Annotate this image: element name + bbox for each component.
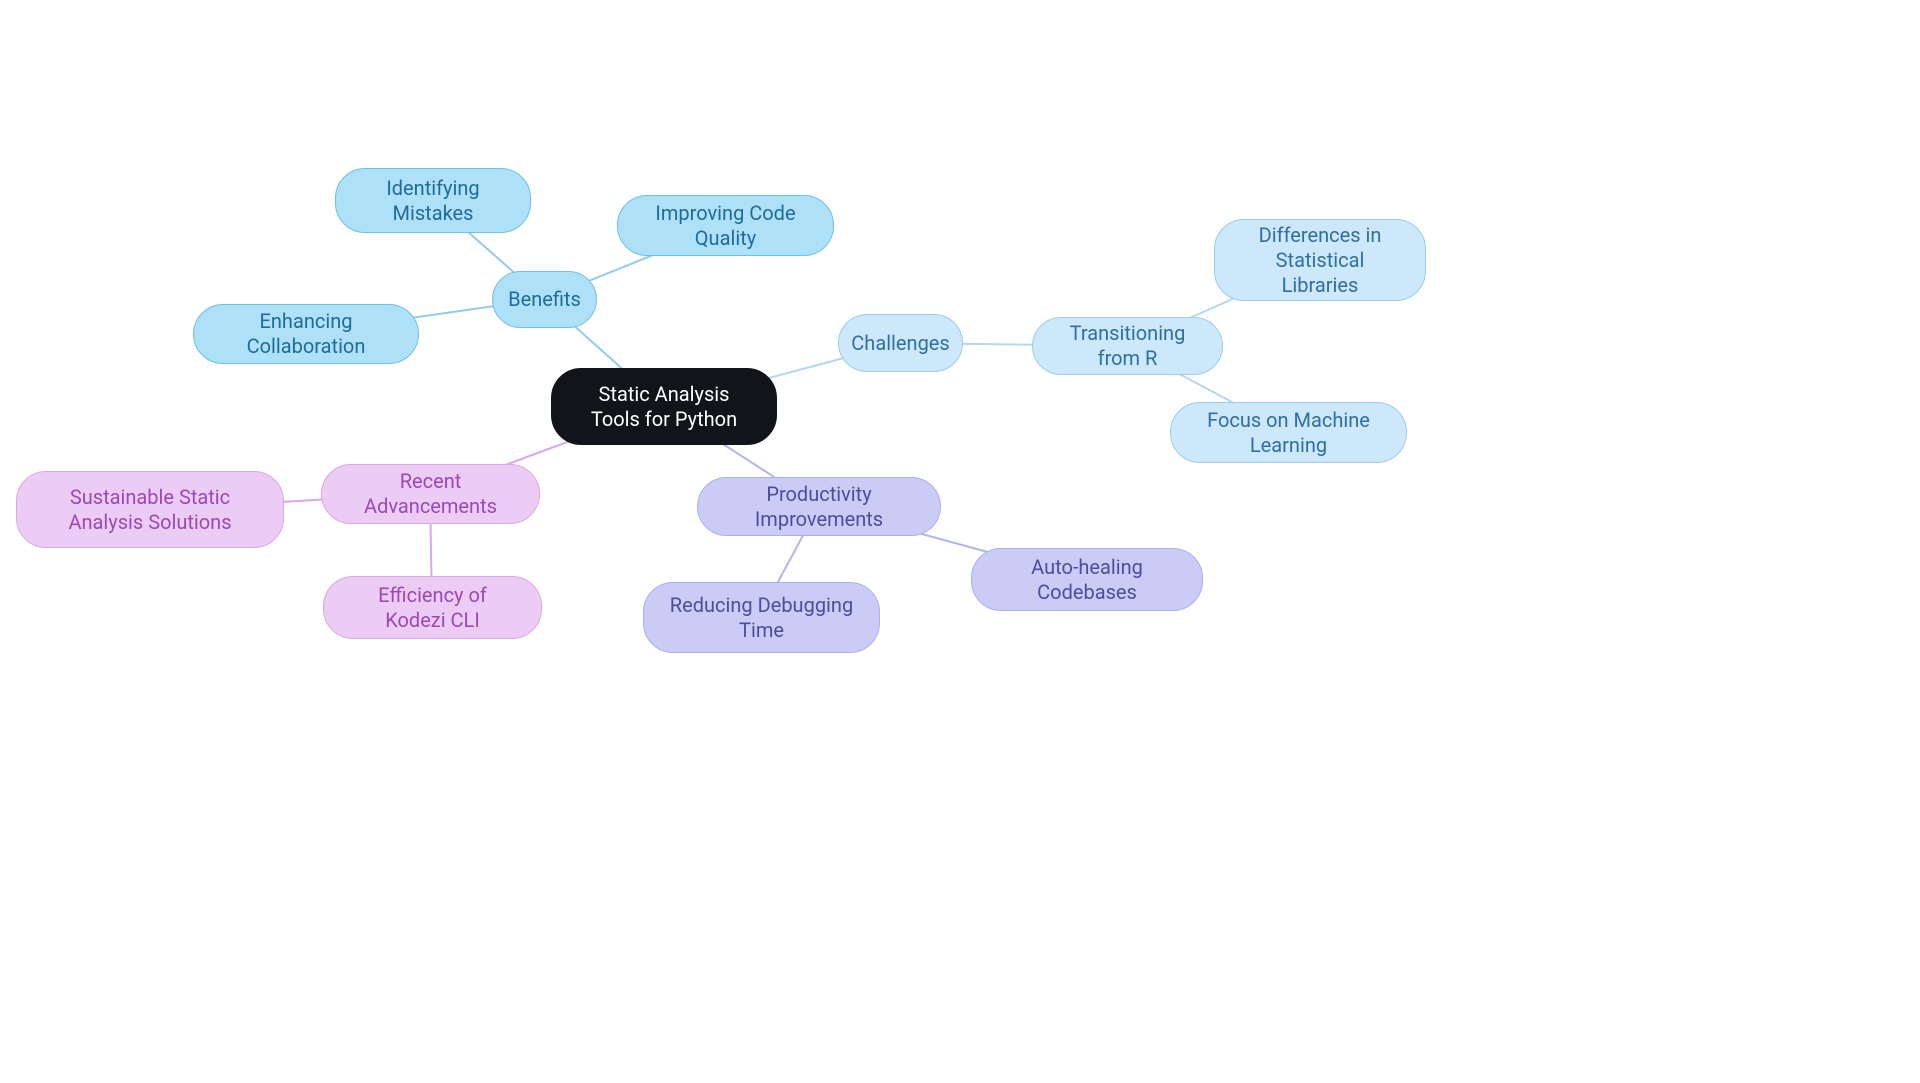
node-kodezi[interactable]: Efficiency of Kodezi CLI: [323, 576, 542, 639]
stats-label: Differences in Statistical Libraries: [1239, 223, 1401, 298]
edge-layer: [0, 0, 1920, 1083]
node-focus-ml[interactable]: Focus on Machine Learning: [1170, 402, 1407, 463]
kodezi-label: Efficiency of Kodezi CLI: [348, 583, 517, 633]
quality-label: Improving Code Quality: [642, 201, 809, 251]
node-identifying-mistakes[interactable]: Identifying Mistakes: [335, 168, 531, 233]
recent-label: Recent Advancements: [346, 469, 515, 519]
benefits-label: Benefits: [508, 287, 581, 312]
mistakes-label: Identifying Mistakes: [360, 176, 506, 226]
debug-label: Reducing Debugging Time: [668, 593, 855, 643]
mindmap-canvas: Static Analysis Tools for Python Benefit…: [0, 0, 1920, 1083]
sustainable-label: Sustainable Static Analysis Solutions: [41, 485, 259, 535]
node-reducing-debug[interactable]: Reducing Debugging Time: [643, 582, 880, 653]
ml-label: Focus on Machine Learning: [1195, 408, 1382, 458]
root-label: Static Analysis Tools for Python: [576, 382, 752, 432]
transition-label: Transitioning from R: [1057, 321, 1198, 371]
node-challenges[interactable]: Challenges: [838, 314, 963, 372]
node-diff-stats[interactable]: Differences in Statistical Libraries: [1214, 219, 1426, 301]
challenges-label: Challenges: [851, 331, 949, 356]
productivity-label: Productivity Improvements: [722, 482, 916, 532]
node-improving-quality[interactable]: Improving Code Quality: [617, 195, 834, 256]
root-node[interactable]: Static Analysis Tools for Python: [551, 368, 777, 445]
node-productivity[interactable]: Productivity Improvements: [697, 477, 941, 536]
node-auto-healing[interactable]: Auto-healing Codebases: [971, 548, 1203, 611]
node-recent[interactable]: Recent Advancements: [321, 464, 540, 524]
node-transitioning-r[interactable]: Transitioning from R: [1032, 317, 1223, 375]
autoheal-label: Auto-healing Codebases: [996, 555, 1178, 605]
node-benefits[interactable]: Benefits: [492, 271, 597, 328]
node-enhancing-collab[interactable]: Enhancing Collaboration: [193, 304, 419, 364]
collab-label: Enhancing Collaboration: [218, 309, 394, 359]
node-sustainable[interactable]: Sustainable Static Analysis Solutions: [16, 471, 284, 548]
